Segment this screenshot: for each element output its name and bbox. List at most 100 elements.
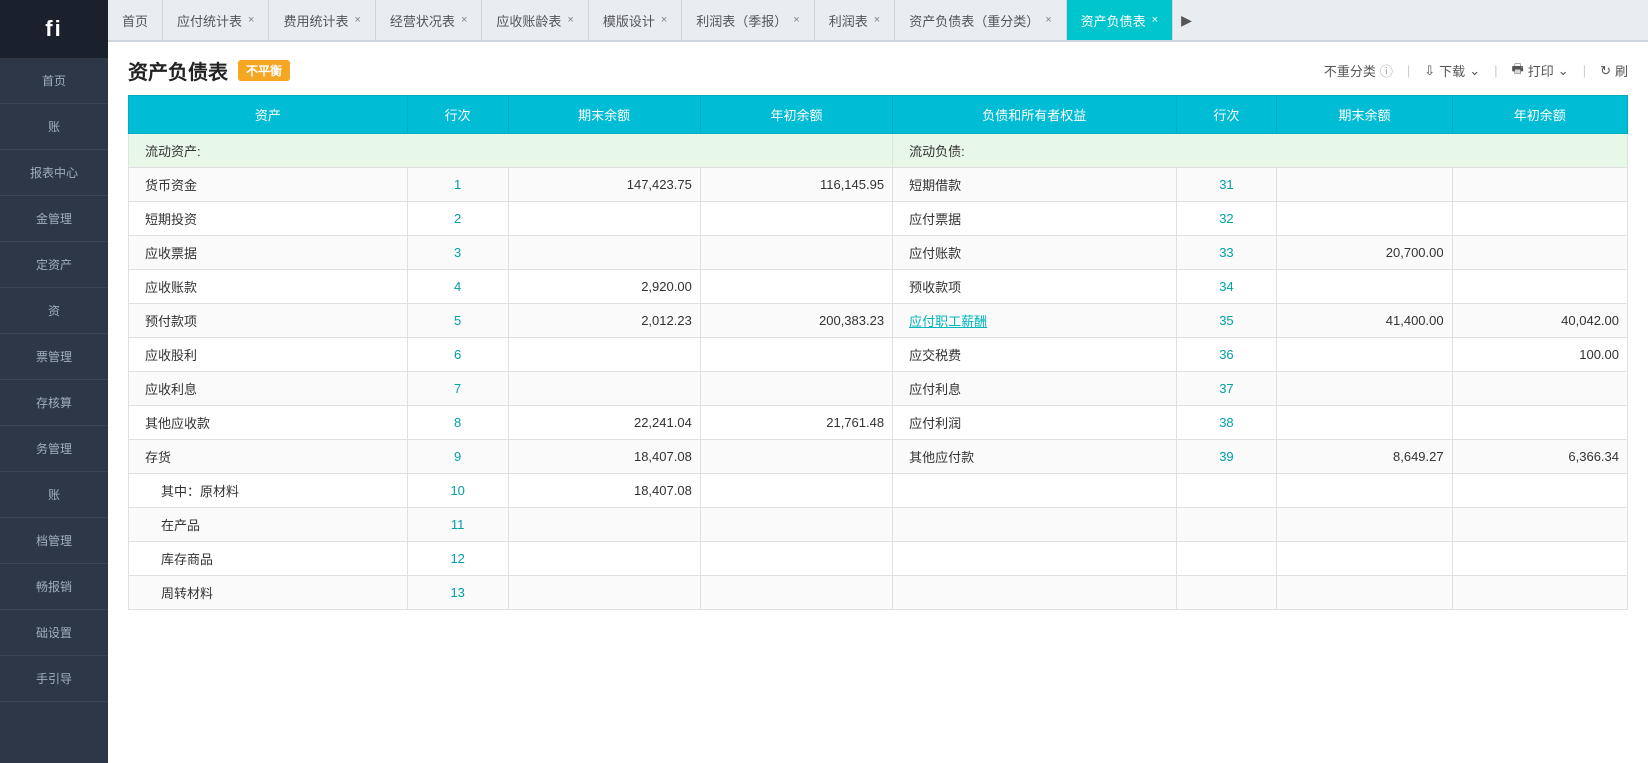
tab-profit-quarterly-label: 利润表（季报） (696, 11, 787, 30)
tab-receivable-aging-close[interactable]: × (567, 14, 573, 26)
right-end-balance (1277, 202, 1452, 236)
right-label: 应付账款 (893, 236, 1176, 270)
sidebar-item-tax[interactable]: 务管理 (0, 426, 108, 472)
right-end-balance (1277, 406, 1452, 440)
col-end-balance-right: 期末余额 (1277, 96, 1452, 134)
left-row-num: 10 (407, 474, 508, 508)
right-begin-balance (1452, 236, 1627, 270)
right-label: 应付票据 (893, 202, 1176, 236)
sidebar-item-archive[interactable]: 档管理 (0, 518, 108, 564)
sidebar-item-ledger[interactable]: 账 (0, 472, 108, 518)
tab-payable-stats[interactable]: 应付统计表 × (163, 0, 269, 41)
tab-payable-stats-close[interactable]: × (248, 14, 254, 26)
page-content: 资产负债表 不平衡 不重分类 ⓘ | ⇩ 下载 ⌄ | 🖶 打印 ⌄ (108, 42, 1648, 763)
right-label: 应付利润 (893, 406, 1176, 440)
left-label: 库存商品 (129, 542, 408, 576)
table-row: 应收票据 3 应付账款 33 20,700.00 (129, 236, 1628, 270)
sidebar-item-capital[interactable]: 资 (0, 288, 108, 334)
tab-receivable-aging-label: 应收账龄表 (496, 11, 561, 30)
right-begin-balance: 6,366.34 (1452, 440, 1627, 474)
tab-bar: 首页 应付统计表 × 费用统计表 × 经营状况表 × 应收账龄表 × 模版设计 … (108, 0, 1648, 42)
left-label: 周转材料 (129, 576, 408, 610)
left-label: 应收利息 (129, 372, 408, 406)
left-begin-balance (700, 236, 892, 270)
left-row-num: 1 (407, 168, 508, 202)
right-end-balance (1277, 338, 1452, 372)
print-btn[interactable]: 🖶 打印 ⌄ (1511, 60, 1568, 82)
tab-profit-close[interactable]: × (874, 14, 880, 26)
sidebar-item-inventory[interactable]: 存核算 (0, 380, 108, 426)
sidebar-item-expense[interactable]: 畅报销 (0, 564, 108, 610)
right-row-num: 34 (1176, 270, 1277, 304)
right-row-num (1176, 542, 1277, 576)
col-end-balance-left: 期末余额 (508, 96, 700, 134)
download-btn[interactable]: ⇩ 下载 ⌄ (1424, 61, 1480, 80)
left-label: 应收票据 (129, 236, 408, 270)
left-end-balance: 147,423.75 (508, 168, 700, 202)
sidebar-item-home[interactable]: 首页 (0, 58, 108, 104)
left-end-balance (508, 202, 700, 236)
no-reclassify-label: 不重分类 (1324, 61, 1376, 80)
balance-sheet-table-wrap: 资产 行次 期末余额 年初余额 负债和所有者权益 行次 期末余额 年初余额 流动… (108, 95, 1648, 630)
tab-profit[interactable]: 利润表 × (815, 0, 895, 41)
tab-receivable-aging[interactable]: 应收账龄表 × (482, 0, 588, 41)
sidebar-item-bill[interactable]: 票管理 (0, 334, 108, 380)
right-row-num: 32 (1176, 202, 1277, 236)
download-label: 下载 (1439, 61, 1465, 80)
tab-home[interactable]: 首页 (108, 0, 163, 41)
balance-sheet-table: 资产 行次 期末余额 年初余额 负债和所有者权益 行次 期末余额 年初余额 流动… (128, 95, 1628, 610)
refresh-btn[interactable]: ↻ 刷 (1600, 61, 1628, 80)
right-end-balance (1277, 372, 1452, 406)
tab-profit-quarterly[interactable]: 利润表（季报） × (682, 0, 814, 41)
table-row: 存货 9 18,407.08 其他应付款 39 8,649.27 6,366.3… (129, 440, 1628, 474)
download-chevron-icon: ⌄ (1469, 63, 1480, 79)
tab-expense-stats-close[interactable]: × (354, 14, 360, 26)
table-row: 在产品 11 (129, 508, 1628, 542)
tab-template-design-close[interactable]: × (661, 14, 667, 26)
left-begin-balance (700, 474, 892, 508)
tab-balance-close[interactable]: × (1152, 14, 1158, 26)
right-row-num: 37 (1176, 372, 1277, 406)
tab-profit-quarterly-close[interactable]: × (793, 14, 799, 26)
right-row-num (1176, 576, 1277, 610)
table-row: 应收股利 6 应交税费 36 100.00 (129, 338, 1628, 372)
tab-expense-stats[interactable]: 费用统计表 × (269, 0, 375, 41)
page-actions: 不重分类 ⓘ | ⇩ 下载 ⌄ | 🖶 打印 ⌄ | ↻ 刷 (1324, 60, 1628, 82)
table-row: 应收账款 4 2,920.00 预收款项 34 (129, 270, 1628, 304)
left-end-balance: 18,407.08 (508, 440, 700, 474)
tab-balance[interactable]: 资产负债表 × (1067, 0, 1173, 41)
sidebar-logo: fi (0, 0, 108, 58)
right-begin-balance (1452, 576, 1627, 610)
col-assets: 资产 (129, 96, 408, 134)
tab-balance-reclassified[interactable]: 资产负债表（重分类） × (895, 0, 1066, 41)
sidebar-item-account[interactable]: 账 (0, 104, 108, 150)
sidebar-item-fund[interactable]: 金管理 (0, 196, 108, 242)
tab-operation-status-close[interactable]: × (461, 14, 467, 26)
sidebar-item-settings[interactable]: 础设置 (0, 610, 108, 656)
sidebar-item-guide[interactable]: 手引导 (0, 656, 108, 702)
refresh-label: 刷 (1615, 61, 1628, 80)
left-row-num: 8 (407, 406, 508, 440)
tab-operation-status[interactable]: 经营状况表 × (376, 0, 482, 41)
col-liabilities: 负债和所有者权益 (893, 96, 1176, 134)
left-begin-balance: 116,145.95 (700, 168, 892, 202)
right-begin-balance (1452, 270, 1627, 304)
right-label: 短期借款 (893, 168, 1176, 202)
right-end-balance: 8,649.27 (1277, 440, 1452, 474)
right-label (893, 508, 1176, 542)
sidebar-item-fixed-assets[interactable]: 定资产 (0, 242, 108, 288)
download-icon: ⇩ (1424, 63, 1435, 79)
divider-2: | (1494, 63, 1497, 78)
unbalanced-badge: 不平衡 (238, 60, 290, 81)
no-reclassify-btn[interactable]: 不重分类 ⓘ (1324, 61, 1393, 80)
right-begin-balance (1452, 542, 1627, 576)
left-begin-balance: 21,761.48 (700, 406, 892, 440)
tab-scroll-right[interactable]: ▶ (1173, 0, 1200, 41)
left-label: 预付款项 (129, 304, 408, 338)
left-end-balance (508, 542, 700, 576)
tab-template-design[interactable]: 模版设计 × (589, 0, 682, 41)
right-begin-balance (1452, 508, 1627, 542)
sidebar-item-report-center[interactable]: 报表中心 (0, 150, 108, 196)
left-end-balance (508, 508, 700, 542)
tab-balance-reclassified-close[interactable]: × (1045, 14, 1051, 26)
